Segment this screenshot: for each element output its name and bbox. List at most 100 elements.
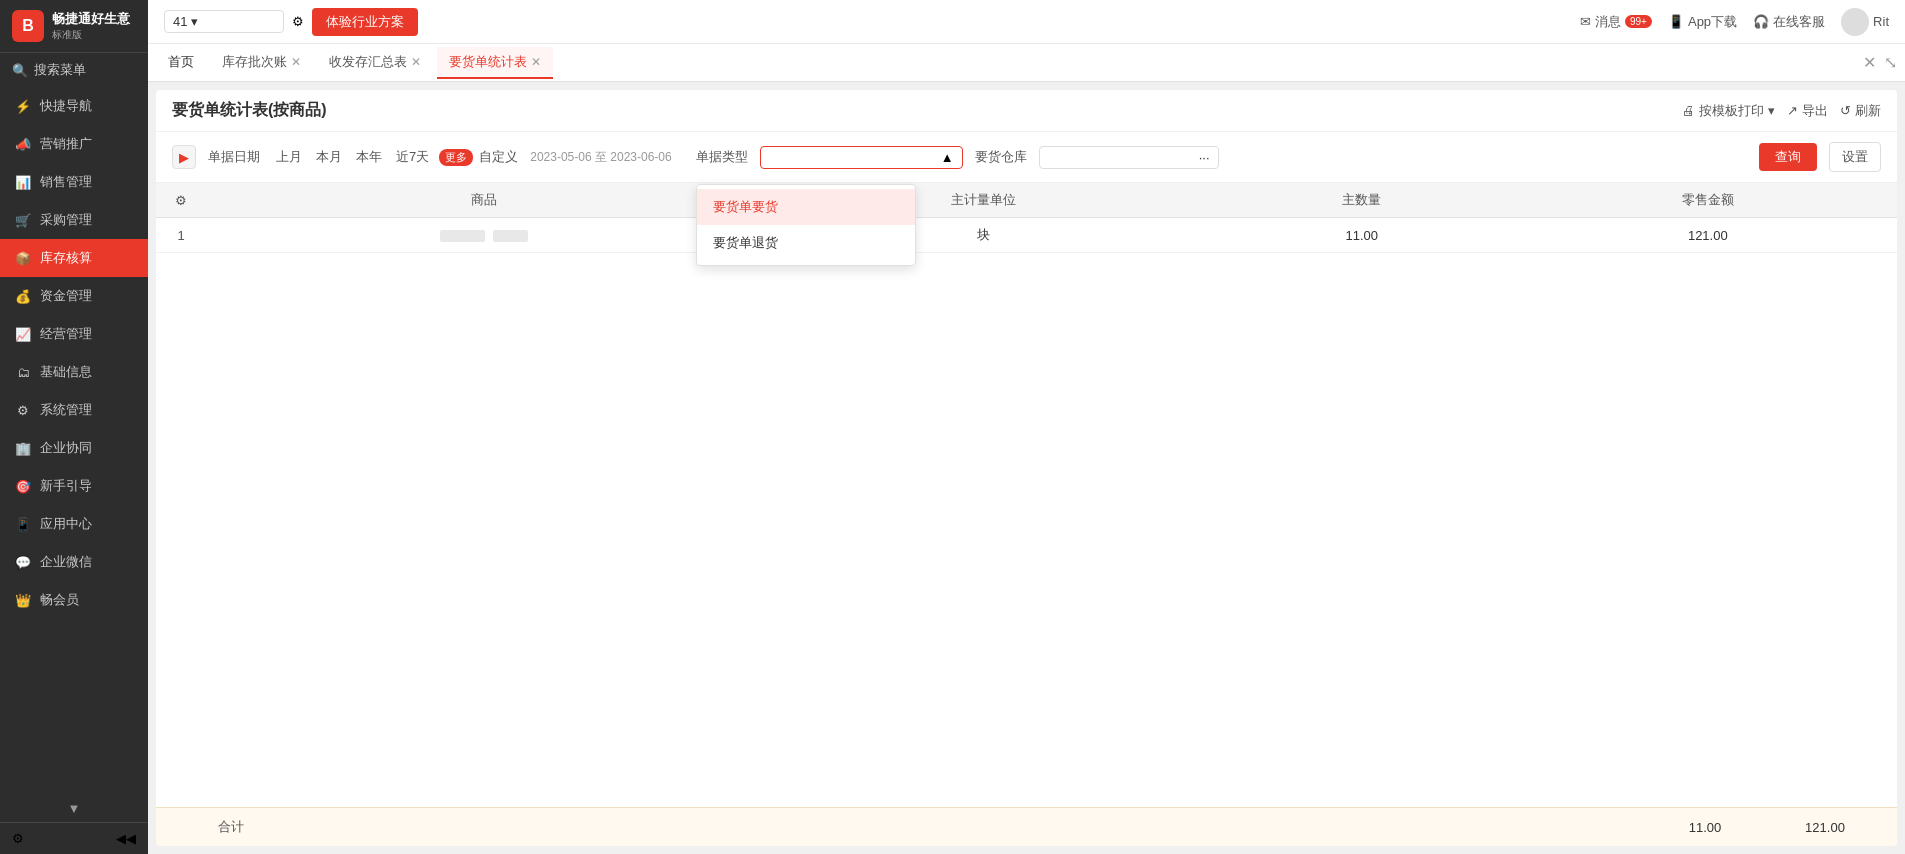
col-quantity: 主数量 [1205, 183, 1519, 218]
dropdown-item-order-goods[interactable]: 要货单要货 [697, 189, 915, 225]
logo-icon: B [12, 10, 44, 42]
col-settings[interactable]: ⚙ [156, 183, 206, 218]
sidebar-item-inventory[interactable]: 📦 库存核算 [0, 239, 148, 277]
col-product: 商品 [206, 183, 762, 218]
page-body: 要货单统计表(按商品) 🖨 按模板打印 ▾ ↗ 导出 ↺ 刷新 ▶ [156, 90, 1897, 846]
message-icon: ✉ [1580, 14, 1591, 29]
sidebar-scroll-down[interactable]: ▼ [0, 795, 148, 822]
last-month-btn[interactable]: 上月 [272, 146, 306, 168]
search-icon: 🔍 [12, 63, 28, 78]
row-num: 1 [156, 218, 206, 253]
sidebar-item-system[interactable]: ⚙ 系统管理 [0, 391, 148, 429]
app-download-btn[interactable]: 📱 App下载 [1668, 13, 1737, 31]
more-date-badge[interactable]: 更多 [439, 149, 473, 166]
type-label: 单据类型 [696, 148, 748, 166]
app-center-icon: 📱 [14, 515, 32, 533]
finance-icon: 💰 [14, 287, 32, 305]
sidebar-item-app-center[interactable]: 📱 应用中心 [0, 505, 148, 543]
message-label: 消息 [1595, 13, 1621, 31]
type-input[interactable]: ▲ [760, 146, 963, 169]
member-icon: 👑 [14, 591, 32, 609]
sidebar-item-base-info[interactable]: 🗂 基础信息 [0, 353, 148, 391]
sidebar-item-quick-nav[interactable]: ⚡ 快捷导航 [0, 87, 148, 125]
refresh-icon: ↺ [1840, 103, 1851, 118]
table-header-row: ⚙ 商品 主计量单位 主数量 零售金额 [156, 183, 1897, 218]
brand-sub: 标准版 [52, 28, 130, 41]
trial-button[interactable]: 体验行业方案 [312, 8, 418, 36]
dropdown-item-order-return[interactable]: 要货单退货 [697, 225, 915, 261]
this-year-btn[interactable]: 本年 [352, 146, 386, 168]
close-all-tabs-btn[interactable]: ✕ [1863, 53, 1876, 72]
system-icon: ⚙ [14, 401, 32, 419]
custom-date-btn[interactable]: 自定义 [479, 148, 518, 166]
filter-expand-btn[interactable]: ▶ [172, 145, 196, 169]
sidebar-item-marketing[interactable]: 📣 营销推广 [0, 125, 148, 163]
export-btn[interactable]: ↗ 导出 [1787, 102, 1828, 120]
last-7-days-btn[interactable]: 近7天 [392, 146, 433, 168]
date-label: 单据日期 [208, 148, 260, 166]
refresh-btn[interactable]: ↺ 刷新 [1840, 102, 1881, 120]
settings-button[interactable]: 设置 [1829, 142, 1881, 172]
guide-icon: 🎯 [14, 477, 32, 495]
print-template-btn[interactable]: 🖨 按模板打印 ▾ [1682, 102, 1775, 120]
warehouse-input[interactable]: ··· [1039, 146, 1219, 169]
user-profile[interactable]: Rit [1841, 8, 1889, 36]
tabs-actions: ✕ ⤡ [1863, 53, 1897, 72]
table-footer: 合计 11.00 121.00 [156, 807, 1897, 846]
expand-tabs-btn[interactable]: ⤡ [1884, 53, 1897, 72]
table-area: ⚙ 商品 主计量单位 主数量 零售金额 1 块 [156, 183, 1897, 807]
messages-btn[interactable]: ✉ 消息 99+ [1580, 13, 1652, 31]
filter-bar: ▶ 单据日期 上月 本月 本年 近7天 更多 自定义 2023-05-06 至 … [156, 132, 1897, 183]
topbar-left: 41 ▾ ⚙ 体验行业方案 [164, 8, 1572, 36]
close-order-stats-tab[interactable]: ✕ [531, 55, 541, 69]
phone-icon: 📱 [1668, 14, 1684, 29]
print-icon: 🖨 [1682, 103, 1695, 118]
table-row: 1 块 11.00 121.00 [156, 218, 1897, 253]
sidebar-item-guide[interactable]: 🎯 新手引导 [0, 467, 148, 505]
sidebar-item-finance[interactable]: 💰 资金管理 [0, 277, 148, 315]
operations-icon: 📈 [14, 325, 32, 343]
page-header: 要货单统计表(按商品) 🖨 按模板打印 ▾ ↗ 导出 ↺ 刷新 [156, 90, 1897, 132]
sidebar-item-purchase[interactable]: 🛒 采购管理 [0, 201, 148, 239]
sidebar-item-member[interactable]: 👑 畅会员 [0, 581, 148, 619]
message-badge: 99+ [1625, 15, 1652, 28]
footer-label: 合计 [168, 818, 256, 836]
data-table: ⚙ 商品 主计量单位 主数量 零售金额 1 块 [156, 183, 1897, 253]
footer-quantity: 11.00 [1645, 820, 1765, 835]
tab-receipts-summary[interactable]: 收发存汇总表 ✕ [317, 47, 433, 79]
product-placeholder-1 [440, 230, 485, 242]
sidebar-item-wechat[interactable]: 💬 企业微信 [0, 543, 148, 581]
headset-icon: 🎧 [1753, 14, 1769, 29]
export-icon: ↗ [1787, 103, 1798, 118]
tab-batch-accounts[interactable]: 库存批次账 ✕ [210, 47, 313, 79]
query-button[interactable]: 查询 [1759, 143, 1817, 171]
store-name: 41 [173, 14, 187, 29]
sidebar-bottom: ⚙ ◀◀ [0, 822, 148, 854]
date-shortcuts: 上月 本月 本年 近7天 更多 自定义 [272, 146, 518, 168]
row-amount: 121.00 [1519, 218, 1897, 253]
brand-name: 畅捷通好生意 [52, 11, 130, 28]
type-search-field[interactable] [769, 150, 937, 165]
close-receipts-tab[interactable]: ✕ [411, 55, 421, 69]
wechat-icon: 💬 [14, 553, 32, 571]
settings-gear-icon[interactable]: ⚙ [292, 14, 304, 29]
sidebar-item-operations[interactable]: 📈 经营管理 [0, 315, 148, 353]
settings-icon[interactable]: ⚙ [12, 831, 24, 846]
tab-order-stats[interactable]: 要货单统计表 ✕ [437, 47, 553, 79]
marketing-icon: 📣 [14, 135, 32, 153]
inventory-icon: 📦 [14, 249, 32, 267]
sidebar-item-sales[interactable]: 📊 销售管理 [0, 163, 148, 201]
type-dropdown-up-icon: ▲ [941, 150, 954, 165]
this-month-btn[interactable]: 本月 [312, 146, 346, 168]
col-amount: 零售金额 [1519, 183, 1897, 218]
tab-home[interactable]: 首页 [156, 47, 206, 79]
base-info-icon: 🗂 [14, 363, 32, 381]
footer-amount: 121.00 [1765, 820, 1885, 835]
toggle-sidebar-icon[interactable]: ◀◀ [116, 831, 136, 846]
online-service-btn[interactable]: 🎧 在线客服 [1753, 13, 1825, 31]
close-batch-accounts-tab[interactable]: ✕ [291, 55, 301, 69]
store-selector[interactable]: 41 ▾ [164, 10, 284, 33]
sidebar-item-enterprise[interactable]: 🏢 企业协同 [0, 429, 148, 467]
type-dropdown-overlay: 要货单要货 要货单退货 [696, 184, 916, 266]
sidebar-search[interactable]: 🔍 搜索菜单 [0, 53, 148, 87]
